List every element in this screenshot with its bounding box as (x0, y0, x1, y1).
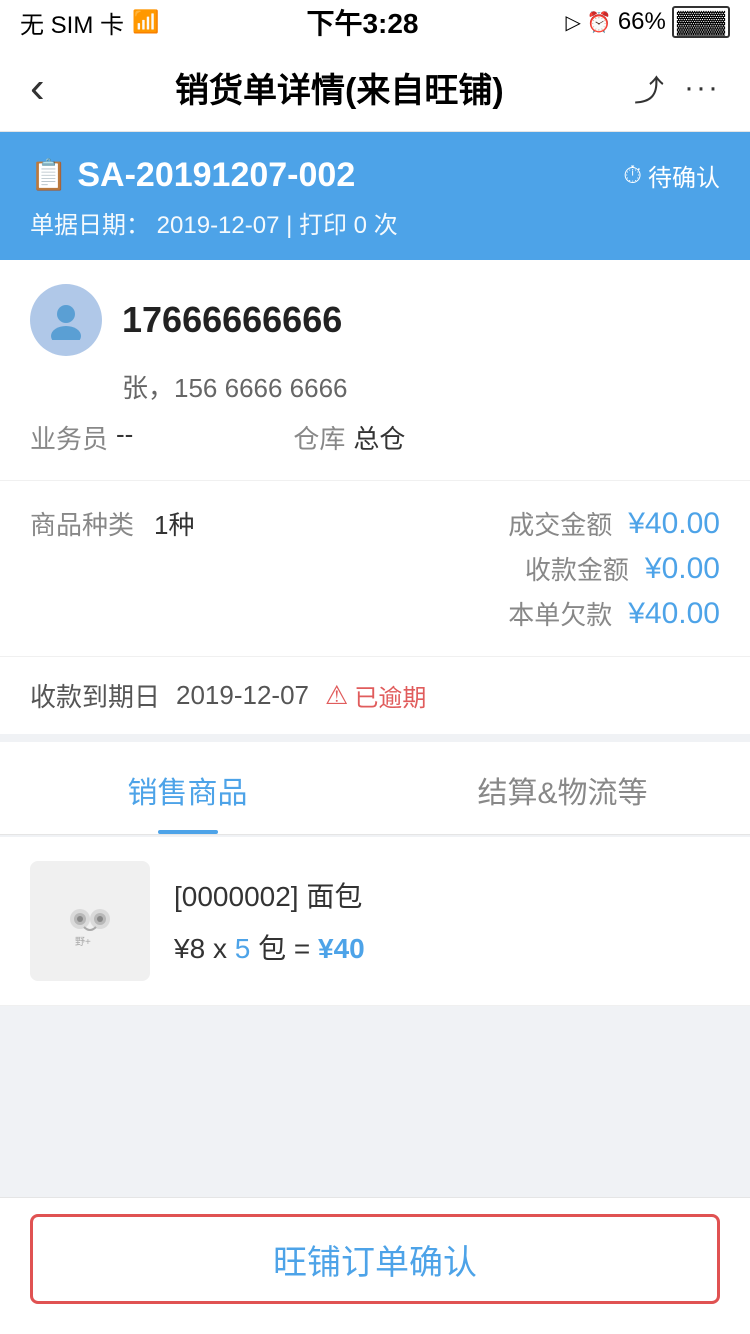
overdue-icon: ⚠ (325, 680, 348, 711)
location-icon: ▷ (566, 10, 581, 35)
tab-settlement-logistics-label: 结算&物流等 (477, 777, 647, 810)
warehouse-label: 仓库 (293, 419, 345, 456)
no-sim-text: 无 SIM 卡 (20, 5, 124, 40)
product-item: 野+ [0000002] 面包 ¥8 x 5 包 = ¥40 (30, 861, 720, 981)
order-header: 📋 SA-20191207-002 ⏱ 待确认 单据日期： 2019-12-07… (0, 132, 750, 260)
due-date-value: 2019-12-07 (176, 680, 309, 711)
product-info: [0000002] 面包 ¥8 x 5 包 = ¥40 (174, 875, 720, 967)
confirm-order-button[interactable]: 旺铺订单确认 (30, 1214, 720, 1304)
customer-name: 张，156 6666 6666 (122, 368, 720, 405)
warehouse-field: 仓库 总仓 (293, 419, 405, 456)
tabs: 销售商品 结算&物流等 (0, 742, 750, 834)
salesman-field: 业务员 -- (30, 419, 133, 456)
overdue-text: 已逾期 (354, 678, 426, 713)
customer-meta: 业务员 -- 仓库 总仓 (30, 419, 720, 456)
order-id: 📋 SA-20191207-002 (30, 156, 355, 195)
product-thumbnail: 野+ (30, 861, 150, 981)
product-total: ¥40 (318, 933, 365, 964)
product-name: [0000002] 面包 (174, 875, 720, 915)
product-type-label: 商品种类 (30, 505, 134, 542)
received-label: 收款金额 (525, 550, 629, 587)
order-icon: 📋 (30, 158, 67, 193)
page-title: 销货单详情(来自旺铺) (175, 63, 504, 112)
warehouse-value: 总仓 (353, 419, 405, 456)
wifi-signal: 📶 (132, 9, 159, 35)
tab-sales-products[interactable]: 销售商品 (0, 742, 375, 834)
multiply-sign: x (213, 933, 235, 964)
order-print-text: 打印 0 次 (299, 212, 398, 239)
transaction-label: 成交金额 (508, 505, 612, 542)
svg-text:野+: 野+ (75, 936, 91, 948)
equals-sign: = (294, 933, 318, 964)
battery-text: 66% (618, 8, 666, 36)
customer-row: 17666666666 (30, 284, 720, 356)
salesman-value: -- (116, 419, 133, 456)
product-section: 野+ [0000002] 面包 ¥8 x 5 包 = ¥40 (0, 837, 750, 1006)
product-type-value: 1种 (154, 505, 194, 542)
share-icon[interactable]: ⤴ (634, 66, 664, 110)
avatar (30, 284, 102, 356)
quantity: 5 (235, 933, 251, 964)
received-row: 收款金额 ¥0.00 (525, 550, 720, 587)
product-thumb-image: 野+ (50, 891, 130, 951)
status-left: 无 SIM 卡 📶 (20, 5, 159, 40)
unit: 包 (258, 933, 286, 964)
more-icon[interactable]: ··· (684, 71, 720, 105)
owed-row: 本单欠款 ¥40.00 (508, 595, 720, 632)
status-time: 下午3:28 (306, 2, 418, 42)
price-per-unit: ¥8 (174, 933, 205, 964)
due-date-label: 收款到期日 (30, 677, 160, 714)
due-date-section: 收款到期日 2019-12-07 ⚠ 已逾期 (0, 657, 750, 742)
bottom-bar: 旺铺订单确认 (0, 1197, 750, 1334)
customer-phone: 17666666666 (122, 299, 342, 341)
order-date-sep: | (286, 212, 299, 239)
tabs-section: 销售商品 结算&物流等 (0, 742, 750, 835)
battery-icon: ▓▓▓ (672, 6, 730, 38)
order-status-text: 待确认 (648, 158, 720, 193)
customer-section: 17666666666 张，156 6666 6666 业务员 -- 仓库 总仓 (0, 260, 750, 481)
avatar-icon (46, 300, 86, 340)
product-price-row: ¥8 x 5 包 = ¥40 (174, 927, 720, 967)
product-name-text: 面包 (306, 881, 362, 912)
salesman-label: 业务员 (30, 419, 108, 456)
owed-label: 本单欠款 (508, 595, 612, 632)
owed-value: ¥40.00 (628, 597, 720, 631)
status-bar: 无 SIM 卡 📶 下午3:28 ▷ ⏰ 66% ▓▓▓ (0, 0, 750, 44)
order-date-value: 2019-12-07 (157, 212, 280, 239)
nav-bar: ‹ 销货单详情(来自旺铺) ⤴ ··· (0, 44, 750, 132)
order-date-label: 单据日期： (30, 212, 150, 239)
amount-summary: 成交金额 ¥40.00 收款金额 ¥0.00 本单欠款 ¥40.00 (508, 505, 720, 632)
back-button[interactable]: ‹ (30, 63, 45, 113)
summary-section: 商品种类 1种 成交金额 ¥40.00 收款金额 ¥0.00 本单欠款 ¥40.… (0, 481, 750, 657)
received-value: ¥0.00 (645, 552, 720, 586)
order-id-text: SA-20191207-002 (77, 156, 355, 195)
status-right: ▷ ⏰ 66% ▓▓▓ (566, 6, 730, 38)
overdue-badge: ⚠ 已逾期 (325, 678, 426, 713)
order-date-row: 单据日期： 2019-12-07 | 打印 0 次 (30, 205, 720, 240)
order-status: ⏱ 待确认 (623, 158, 720, 193)
order-id-row: 📋 SA-20191207-002 ⏱ 待确认 (30, 156, 720, 195)
nav-actions: ⤴ ··· (634, 66, 720, 110)
tab-settlement-logistics[interactable]: 结算&物流等 (375, 742, 750, 834)
status-clock-icon: ⏱ (623, 162, 642, 190)
product-code: [0000002] (174, 881, 299, 912)
transaction-row: 成交金额 ¥40.00 (508, 505, 720, 542)
product-type-field: 商品种类 1种 (30, 505, 194, 542)
transaction-value: ¥40.00 (628, 507, 720, 541)
tab-sales-products-label: 销售商品 (128, 777, 248, 810)
alarm-icon: ⏰ (587, 10, 612, 35)
